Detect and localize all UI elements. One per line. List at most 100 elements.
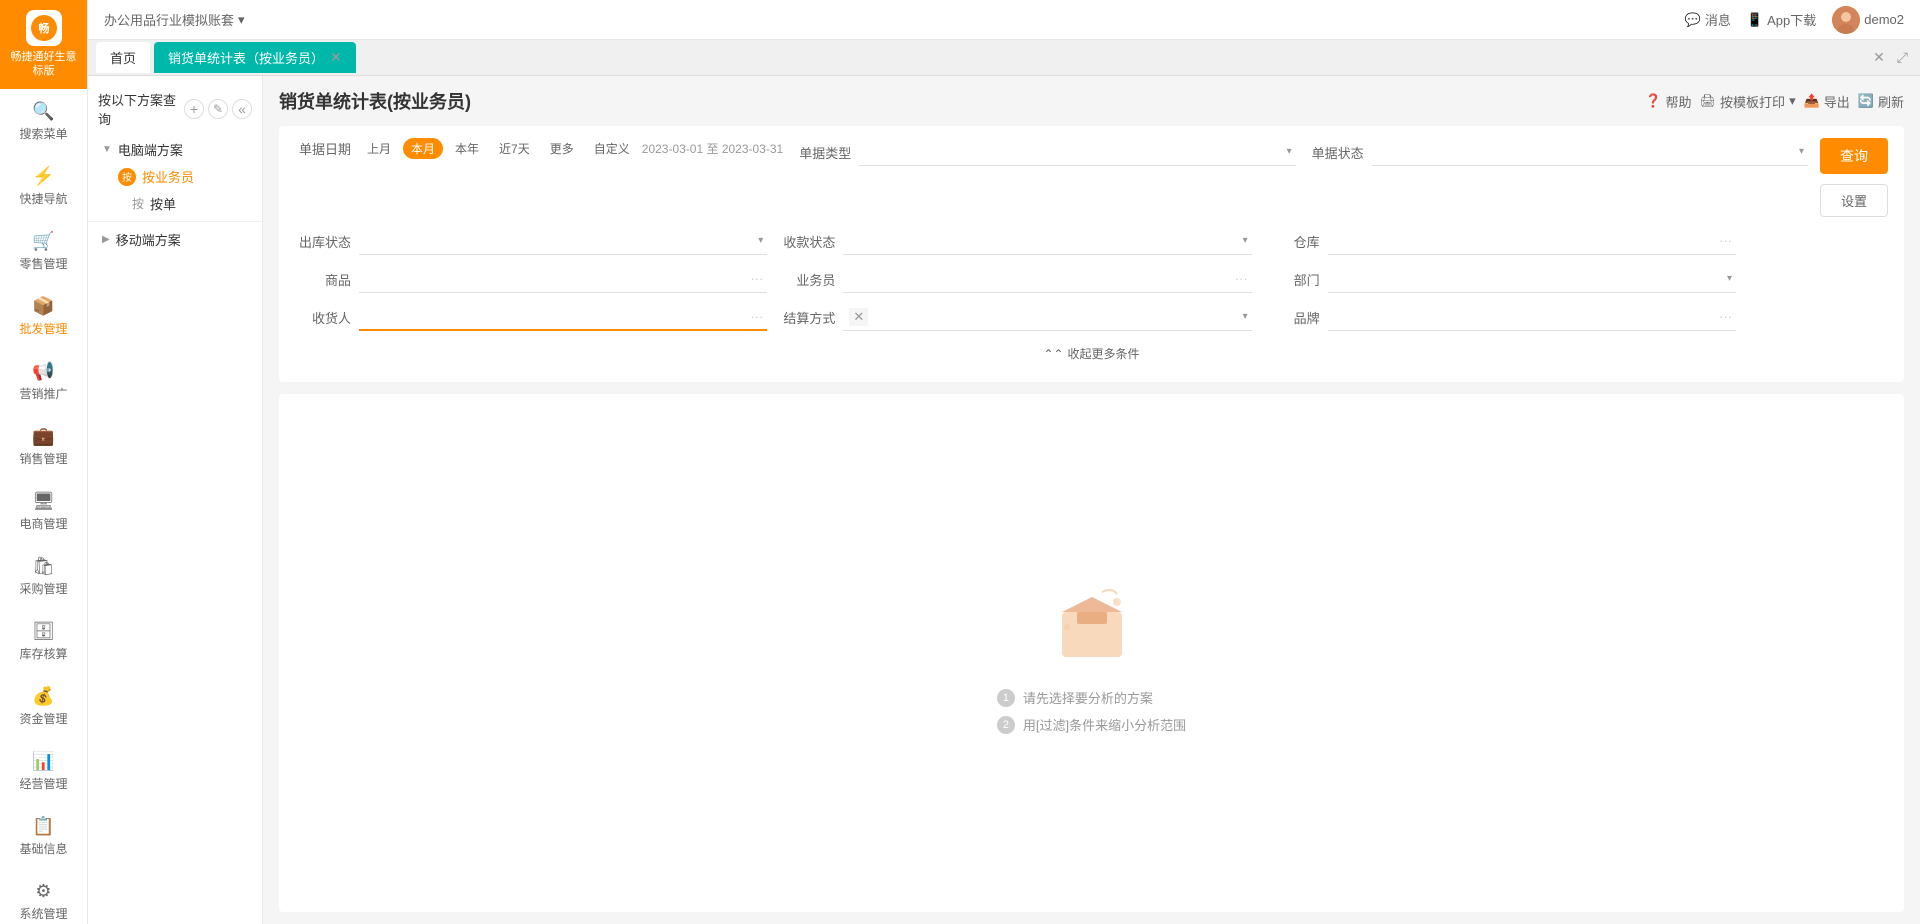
collapse-conditions-btn[interactable]: ⌃⌃ 收起更多条件 — [295, 337, 1888, 370]
system-icon: ⚙ — [35, 881, 51, 902]
date-btn-this-year[interactable]: 本年 — [447, 138, 487, 159]
empty-tip-2: 2 用[过滤]条件来缩小分析范围 — [997, 715, 1186, 734]
product-field[interactable]: ··· — [359, 265, 767, 293]
logo-area[interactable]: 畅 畅捷通好生意 标版 — [0, 0, 87, 89]
finance-icon: 💰 — [32, 686, 54, 707]
warehouse-field[interactable]: ··· — [1328, 227, 1736, 255]
message-btn[interactable]: 💬 消息 — [1685, 10, 1731, 29]
user-name: demo2 — [1864, 12, 1904, 27]
tree-node-mobile[interactable]: ▶ 移动端方案 — [88, 226, 262, 253]
company-selector[interactable]: 办公用品行业模拟账套 ▾ — [104, 10, 245, 29]
tab-home[interactable]: 首页 — [96, 42, 150, 73]
sidebar-item-finance-label: 资金管理 — [19, 710, 67, 727]
sales-icon: 💼 — [32, 426, 54, 447]
user-menu[interactable]: demo2 — [1832, 6, 1904, 34]
tree-node-salesman[interactable]: 按 按业务员 — [88, 163, 262, 190]
tree-divider — [88, 221, 262, 222]
left-panel: 按以下方案查询 + ✎ « ▼ 电脑端方案 按 按业务员 按 — [88, 76, 263, 924]
close-window-icon[interactable]: ✕ — [1869, 45, 1889, 70]
date-btn-7days[interactable]: 近7天 — [491, 138, 538, 159]
add-scheme-btn[interactable]: + — [184, 99, 204, 119]
help-btn[interactable]: ❓ 帮助 — [1645, 92, 1691, 111]
refresh-btn[interactable]: 🔄 刷新 — [1858, 92, 1904, 111]
edit-scheme-btn[interactable]: ✎ — [208, 99, 228, 119]
settlement-field[interactable]: ✕ ▾ — [843, 303, 1251, 331]
sidebar-item-marketing[interactable]: 📢 营销推广 — [0, 349, 87, 414]
sidebar-item-wholesale[interactable]: 📦 批发管理 — [0, 284, 87, 349]
tree-node-desktop[interactable]: ▼ 电脑端方案 — [88, 136, 262, 163]
department-field[interactable]: ▾ — [1328, 265, 1736, 293]
salesman-field[interactable]: ··· — [843, 265, 1251, 293]
settlement-tag-close[interactable]: ✕ — [853, 309, 864, 325]
tree-node-desktop-label: 电脑端方案 — [118, 140, 183, 159]
sidebar-item-finance[interactable]: 💰 资金管理 — [0, 674, 87, 739]
refresh-label: 刷新 — [1878, 92, 1904, 111]
sidebar-item-retail[interactable]: 🛒 零售管理 — [0, 219, 87, 284]
sidebar-menu: 🔍 搜索菜单 ⚡ 快捷导航 🛒 零售管理 📦 批发管理 📢 营销推广 💼 销售管… — [0, 89, 87, 924]
collapse-panel-btn[interactable]: « — [232, 99, 252, 119]
tab-home-label: 首页 — [110, 48, 136, 67]
receiver-dots: ··· — [750, 309, 763, 324]
sidebar-item-ecommerce-label: 电商管理 — [19, 515, 67, 532]
sidebar-item-inventory[interactable]: 🗄 库存核算 — [0, 609, 87, 674]
action-btn-group: 查询 设置 — [1820, 138, 1888, 217]
sidebar-item-basic[interactable]: 📋 基础信息 — [0, 804, 87, 869]
sidebar-item-retail-label: 零售管理 — [19, 255, 67, 272]
tip-2-num: 2 — [997, 716, 1015, 734]
date-btn-this-month[interactable]: 本月 — [403, 138, 443, 159]
order-status-field[interactable]: ▾ — [1372, 138, 1808, 166]
settlement-tag: ✕ — [849, 308, 868, 326]
department-label: 部门 — [1264, 270, 1320, 289]
page-title: 销货单统计表(按业务员) — [279, 88, 471, 114]
export-btn[interactable]: 📤 导出 — [1804, 92, 1850, 111]
brand-dots: ··· — [1719, 309, 1732, 324]
order-type-arrow: ▾ — [1287, 146, 1292, 157]
order-status-arrow: ▾ — [1799, 146, 1804, 157]
operations-icon: 📊 — [32, 751, 54, 772]
date-btn-last-month[interactable]: 上月 — [359, 138, 399, 159]
tab-close-icon[interactable]: ✕ — [330, 49, 342, 66]
marketing-icon: 📢 — [32, 361, 54, 382]
order-scheme-icon: 按 — [132, 195, 144, 212]
brand-field[interactable]: ··· — [1328, 303, 1736, 331]
receiver-field[interactable]: ··· — [359, 303, 767, 331]
query-button[interactable]: 查询 — [1820, 138, 1888, 174]
order-type-label: 单据类型 — [795, 143, 851, 162]
tab-sales-stat[interactable]: 销货单统计表（按业务员） ✕ — [154, 42, 356, 73]
ecommerce-icon: 🖥 — [32, 491, 55, 512]
outbound-label: 出库状态 — [295, 232, 351, 251]
receiver-label: 收货人 — [295, 308, 351, 327]
tree-node-order[interactable]: 按 按单 — [88, 190, 262, 217]
outbound-field[interactable]: ▾ — [359, 227, 767, 255]
tree-node-mobile-label: 移动端方案 — [116, 230, 181, 249]
svg-text:畅: 畅 — [38, 21, 49, 35]
date-btn-more[interactable]: 更多 — [542, 138, 582, 159]
receipt-label: 收款状态 — [779, 232, 835, 251]
quick-nav-icon: ⚡ — [32, 166, 54, 187]
sidebar-item-quick-nav[interactable]: ⚡ 快捷导航 — [0, 154, 87, 219]
settings-button[interactable]: 设置 — [1820, 184, 1888, 217]
collapse-up-icon: ⌃⌃ — [1043, 347, 1063, 361]
maximize-window-icon[interactable]: ⤢ — [1893, 45, 1912, 70]
sidebar-item-system[interactable]: ⚙ 系统管理 — [0, 869, 87, 924]
sidebar-item-purchase[interactable]: 🛍 采购管理 — [0, 544, 87, 609]
app-download-btn[interactable]: 📱 App下载 — [1747, 10, 1816, 29]
sidebar-item-search[interactable]: 🔍 搜索菜单 — [0, 89, 87, 154]
date-range: 2023-03-01 至 2023-03-31 — [642, 140, 783, 157]
sidebar-item-operations-label: 经营管理 — [19, 775, 67, 792]
wholesale-icon: 📦 — [32, 296, 54, 317]
print-dropdown-arrow[interactable]: ▾ — [1789, 93, 1796, 109]
sidebar-item-search-label: 搜索菜单 — [19, 125, 67, 142]
receipt-field[interactable]: ▾ — [843, 227, 1251, 255]
sidebar-item-ecommerce[interactable]: 🖥 电商管理 — [0, 479, 87, 544]
settlement-label: 结算方式 — [779, 308, 835, 327]
left-panel-header: 按以下方案查询 + ✎ « — [88, 86, 262, 136]
header-actions: ❓ 帮助 🖨 按模板打印 ▾ 📤 导出 🔄 刷新 — [1645, 92, 1904, 111]
outbound-arrow: ▾ — [758, 235, 763, 246]
receipt-arrow: ▾ — [1243, 235, 1248, 246]
sidebar-item-operations[interactable]: 📊 经营管理 — [0, 739, 87, 804]
print-btn[interactable]: 🖨 按模板打印 ▾ — [1700, 92, 1796, 111]
sidebar-item-sales[interactable]: 💼 销售管理 — [0, 414, 87, 479]
date-btn-custom[interactable]: 自定义 — [586, 138, 638, 159]
order-type-field[interactable]: ▾ — [859, 138, 1295, 166]
